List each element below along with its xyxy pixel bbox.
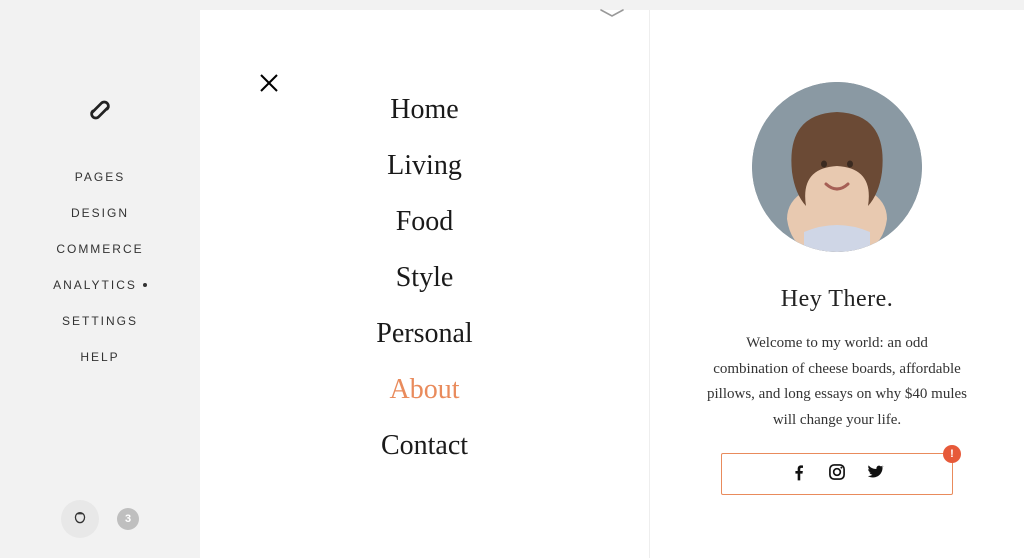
twitter-icon[interactable] <box>865 462 885 487</box>
app-root: PAGES DESIGN COMMERCE ANALYTICS SETTINGS… <box>0 0 1024 558</box>
nav-commerce[interactable]: COMMERCE <box>56 242 143 256</box>
menu-item-contact[interactable]: Contact <box>381 430 468 462</box>
admin-sidebar: PAGES DESIGN COMMERCE ANALYTICS SETTINGS… <box>0 0 200 558</box>
menu-item-home[interactable]: Home <box>390 94 458 126</box>
close-icon[interactable] <box>258 72 280 99</box>
author-headshot <box>752 82 922 252</box>
menu-item-style[interactable]: Style <box>396 262 454 294</box>
nav-pages[interactable]: PAGES <box>75 170 125 184</box>
bio-panel: Hey There. Welcome to my world: an odd c… <box>650 10 1024 558</box>
alert-badge-icon: ! <box>943 445 961 463</box>
nav-label: DESIGN <box>71 206 129 220</box>
nav-label: HELP <box>80 350 119 364</box>
bio-title: Hey There. <box>781 286 894 313</box>
instagram-icon[interactable] <box>827 462 847 487</box>
menu-item-about[interactable]: About <box>390 374 460 406</box>
bio-text: Welcome to my world: an odd combination … <box>707 331 967 433</box>
facebook-icon[interactable] <box>789 462 809 487</box>
alert-text: ! <box>950 448 954 460</box>
nav-label: ANALYTICS <box>53 278 137 292</box>
social-links-block[interactable]: ! <box>721 453 953 495</box>
notifications-badge[interactable]: 3 <box>117 508 139 530</box>
overlay-menu: Home Living Food Style Personal About Co… <box>200 10 650 558</box>
admin-nav: PAGES DESIGN COMMERCE ANALYTICS SETTINGS… <box>53 170 147 364</box>
user-avatar-button[interactable] <box>61 500 99 538</box>
squarespace-logo-icon[interactable] <box>85 95 115 125</box>
nav-settings[interactable]: SETTINGS <box>62 314 138 328</box>
badge-count: 3 <box>125 513 131 525</box>
menu-item-personal[interactable]: Personal <box>376 318 472 350</box>
nav-help[interactable]: HELP <box>80 350 119 364</box>
sidebar-bottom: 3 <box>0 500 200 538</box>
nav-label: SETTINGS <box>62 314 138 328</box>
menu-list: Home Living Food Style Personal About Co… <box>200 94 649 462</box>
nav-label: COMMERCE <box>56 242 143 256</box>
menu-item-living[interactable]: Living <box>387 150 462 182</box>
nav-design[interactable]: DESIGN <box>71 206 129 220</box>
nav-label: PAGES <box>75 170 125 184</box>
nav-analytics[interactable]: ANALYTICS <box>53 278 147 292</box>
site-preview: Home Living Food Style Personal About Co… <box>200 10 1024 558</box>
menu-item-food[interactable]: Food <box>396 206 454 238</box>
notification-dot-icon <box>143 283 147 287</box>
